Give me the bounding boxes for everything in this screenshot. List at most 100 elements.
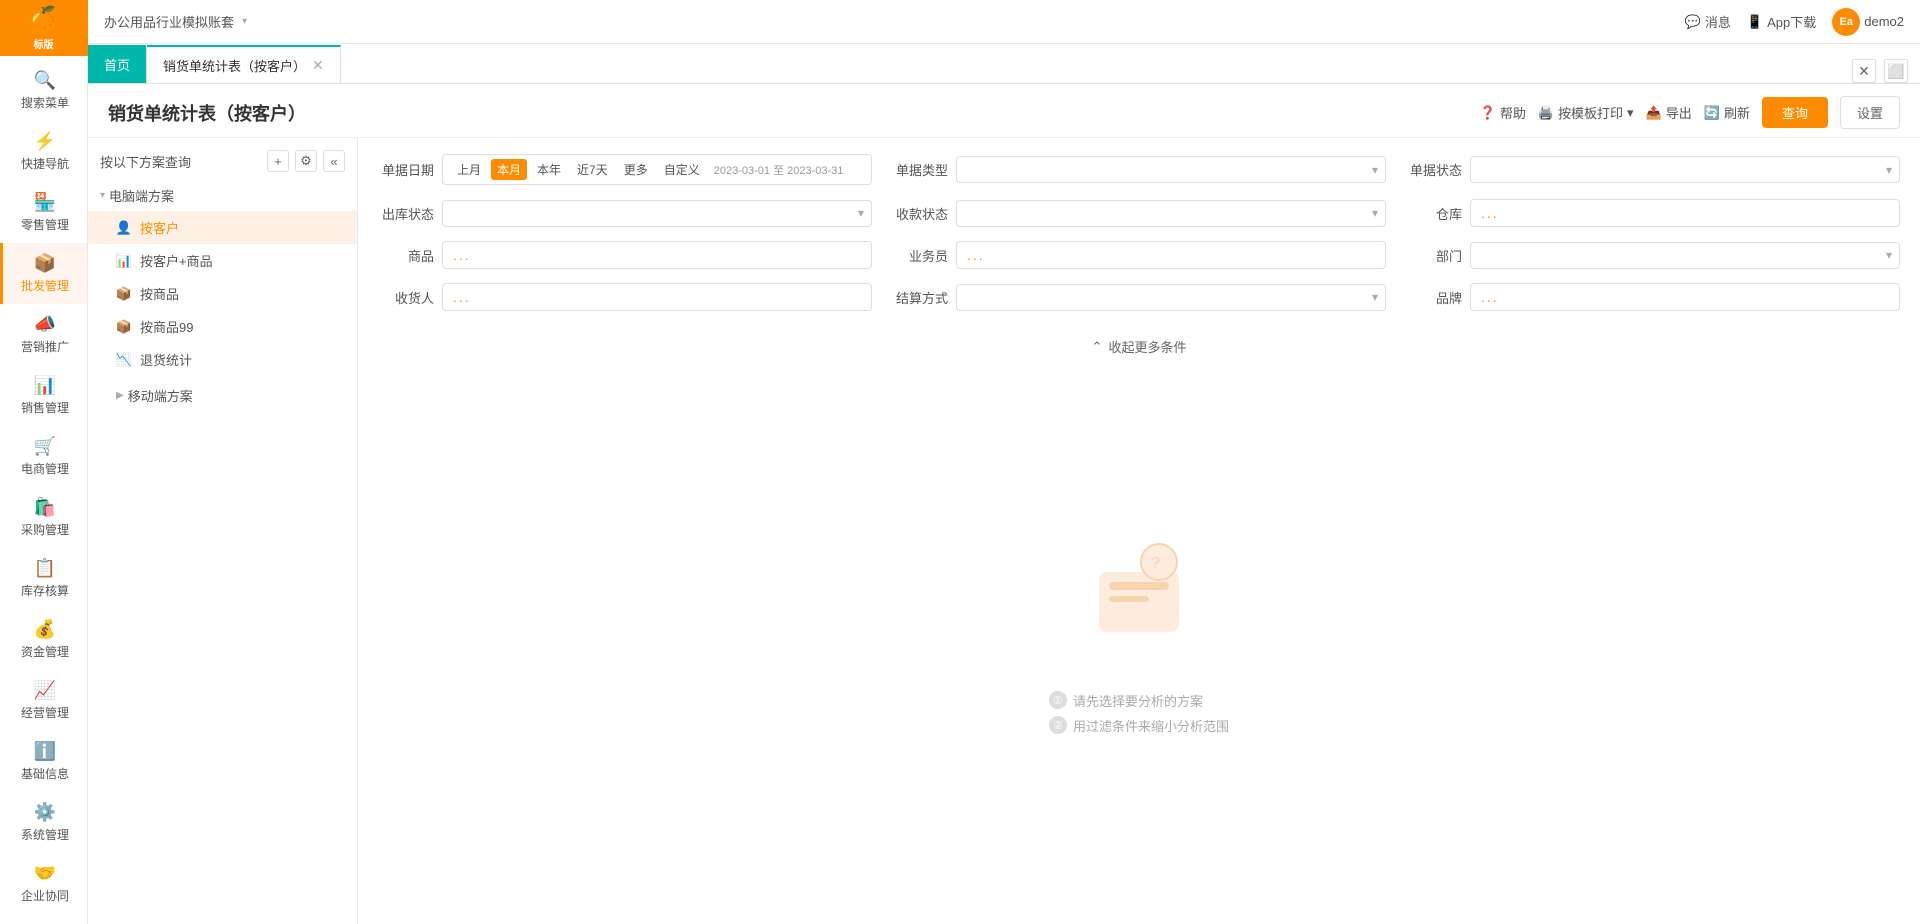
collapse-label: 收起更多条件 [1108, 337, 1186, 356]
date-tab-this-month[interactable]: 本月 [491, 159, 527, 180]
sidebar-item-wholesale-mgmt-label: 批发管理 [21, 277, 69, 294]
warehouse-input[interactable]: ... [1470, 199, 1900, 227]
sidebar-item-search-menu-label: 搜索菜单 [21, 94, 69, 111]
filter-item-salesperson: 业务员 ... [892, 241, 1386, 269]
sidebar-item-purchase[interactable]: 🛍️ 采购管理 [0, 487, 87, 548]
sidebar-item-search-menu[interactable]: 🔍 搜索菜单 [0, 60, 87, 121]
sidebar-item-retail-mgmt[interactable]: 🏪 零售管理 [0, 182, 87, 243]
message-btn[interactable]: 💬 消息 [1685, 12, 1731, 31]
doc-status-select[interactable] [1470, 156, 1900, 183]
salesperson-dots-icon: ... [967, 247, 985, 263]
sidebar-item-system[interactable]: ⚙️ 系统管理 [0, 792, 87, 853]
empty-tip-2: ② 用过滤条件来缩小分析范围 [1049, 716, 1229, 735]
goods-input[interactable]: ... [442, 241, 872, 269]
sidebar-item-enterprise[interactable]: 🤝 企业协同 [0, 853, 87, 914]
collapse-more-btn[interactable]: ⌃ 收起更多条件 [378, 329, 1900, 364]
settings-button[interactable]: 设置 [1840, 96, 1900, 129]
warehouse-dots-wrapper: ... [1470, 199, 1900, 227]
capital-icon: 💰 [34, 619, 56, 640]
user-info[interactable]: Ea demo2 [1832, 8, 1904, 36]
desktop-group-header[interactable]: ▾ 电脑端方案 [88, 180, 357, 211]
sidebar-item-sales-mgmt[interactable]: 📊 销售管理 [0, 365, 87, 426]
goods-dots-wrapper: ... [442, 241, 872, 269]
date-tab-custom[interactable]: 自定义 [658, 159, 706, 180]
sidebar-item-basic[interactable]: ℹ️ 基础信息 [0, 731, 87, 792]
restore-icon: ⬜ [1887, 63, 1904, 80]
out-status-label: 出库状态 [378, 204, 434, 223]
export-btn[interactable]: 📤 导出 [1646, 103, 1692, 122]
download-icon: 📱 [1747, 14, 1763, 30]
date-label: 单据日期 [378, 160, 434, 179]
out-status-select-wrapper [442, 200, 872, 227]
scheme-item-return-stats[interactable]: 📉 退货统计 [88, 343, 357, 376]
payment-select-wrapper [956, 284, 1386, 311]
salesperson-input[interactable]: ... [956, 241, 1386, 269]
collapse-panel-btn[interactable]: « [323, 150, 345, 172]
ecommerce-icon: 🛒 [34, 436, 56, 457]
tab-sales-stat[interactable]: 销货单统计表（按客户） ✕ [147, 45, 341, 83]
app-download-btn[interactable]: 📱 App下载 [1747, 12, 1816, 31]
sidebar-item-marketing[interactable]: 📣 营销推广 [0, 304, 87, 365]
print-btn[interactable]: 🖨️ 按模板打印 ▾ [1538, 103, 1634, 122]
tab-close-all-btn[interactable]: ✕ [1852, 59, 1876, 83]
tab-restore-btn[interactable]: ⬜ [1884, 59, 1908, 83]
doc-type-select[interactable] [956, 156, 1386, 183]
mobile-group-header[interactable]: ▶ 移动端方案 [88, 380, 357, 411]
header-right: 💬 消息 📱 App下载 Ea demo2 [1685, 8, 1904, 36]
logo-icon: 🍊 [29, 5, 59, 34]
sidebar-item-capital[interactable]: 💰 资金管理 [0, 609, 87, 670]
goods-dots-icon: ... [453, 247, 471, 263]
sidebar-item-ops[interactable]: 📈 经营管理 [0, 670, 87, 731]
sidebar-item-wholesale-mgmt[interactable]: 📦 批发管理 [0, 243, 87, 304]
query-button[interactable]: 查询 [1762, 97, 1828, 128]
collect-status-label: 收款状态 [892, 204, 948, 223]
mobile-group-label: 移动端方案 [128, 386, 193, 405]
doc-status-label: 单据状态 [1406, 160, 1462, 179]
sidebar-item-quick-nav[interactable]: ⚡ 快捷导航 [0, 121, 87, 182]
filter-item-doc-status: 单据状态 [1406, 156, 1900, 183]
desktop-group-arrow: ▾ [100, 190, 105, 201]
basic-icon: ℹ️ [34, 741, 56, 762]
retail-mgmt-icon: 🏪 [34, 192, 56, 213]
date-range-display: 2023-03-01 至 2023-03-31 [714, 162, 844, 178]
sidebar-item-inventory[interactable]: 📋 库存核算 [0, 548, 87, 609]
return-stats-icon: 📉 [116, 352, 132, 368]
scheme-item-by-goods-99[interactable]: 📦 按商品99 [88, 310, 357, 343]
filter-panel: 单据日期 上月 本月 本年 近7天 更多 自定义 2023-03-01 至 20… [358, 138, 1920, 924]
tab-home[interactable]: 首页 [88, 45, 147, 83]
scheme-settings-btn[interactable]: ⚙ [295, 150, 317, 172]
date-tab-7days[interactable]: 近7天 [571, 159, 614, 180]
date-tab-this-year[interactable]: 本年 [531, 159, 567, 180]
sidebar-item-guide[interactable]: 🎯 新手引导 [0, 914, 87, 924]
collect-status-select[interactable] [956, 200, 1386, 227]
header-breadcrumb-area: 办公用品行业模拟账套 ▾ [104, 12, 247, 31]
date-tab-last-month[interactable]: 上月 [451, 159, 487, 180]
dept-select[interactable] [1470, 242, 1900, 269]
brand-input[interactable]: ... [1470, 283, 1900, 311]
refresh-btn[interactable]: 🔄 刷新 [1704, 103, 1750, 122]
sidebar-item-ecommerce[interactable]: 🛒 电商管理 [0, 426, 87, 487]
scheme-item-by-customer-goods[interactable]: 📊 按客户+商品 [88, 244, 357, 277]
help-btn[interactable]: ❓ 帮助 [1480, 103, 1526, 122]
receiver-input[interactable]: ... [442, 283, 872, 311]
breadcrumb-dropdown-icon[interactable]: ▾ [242, 16, 247, 27]
payment-select[interactable] [956, 284, 1386, 311]
collect-status-select-wrapper [956, 200, 1386, 227]
sidebar-item-quick-nav-label: 快捷导航 [21, 155, 69, 172]
empty-tip-2-text: 用过滤条件来缩小分析范围 [1073, 716, 1229, 735]
print-dropdown-icon: ▾ [1627, 105, 1634, 121]
filter-item-dept: 部门 [1406, 242, 1900, 269]
close-all-icon: ✕ [1858, 63, 1870, 80]
add-scheme-btn[interactable]: + [267, 150, 289, 172]
date-tab-more[interactable]: 更多 [618, 159, 654, 180]
filter-item-out-status: 出库状态 [378, 200, 872, 227]
app-logo: 🍊 标版 [0, 0, 88, 56]
scheme-item-by-customer[interactable]: 👤 按客户 [88, 211, 357, 244]
sidebar-item-ecommerce-label: 电商管理 [21, 460, 69, 477]
sidebar-item-capital-label: 资金管理 [21, 643, 69, 660]
out-status-select[interactable] [442, 200, 872, 227]
scheme-item-by-goods[interactable]: 📦 按商品 [88, 277, 357, 310]
tab-close-icon[interactable]: ✕ [312, 57, 324, 74]
sidebar-item-basic-label: 基础信息 [21, 765, 69, 782]
date-filter-control[interactable]: 上月 本月 本年 近7天 更多 自定义 2023-03-01 至 2023-03… [442, 154, 872, 185]
